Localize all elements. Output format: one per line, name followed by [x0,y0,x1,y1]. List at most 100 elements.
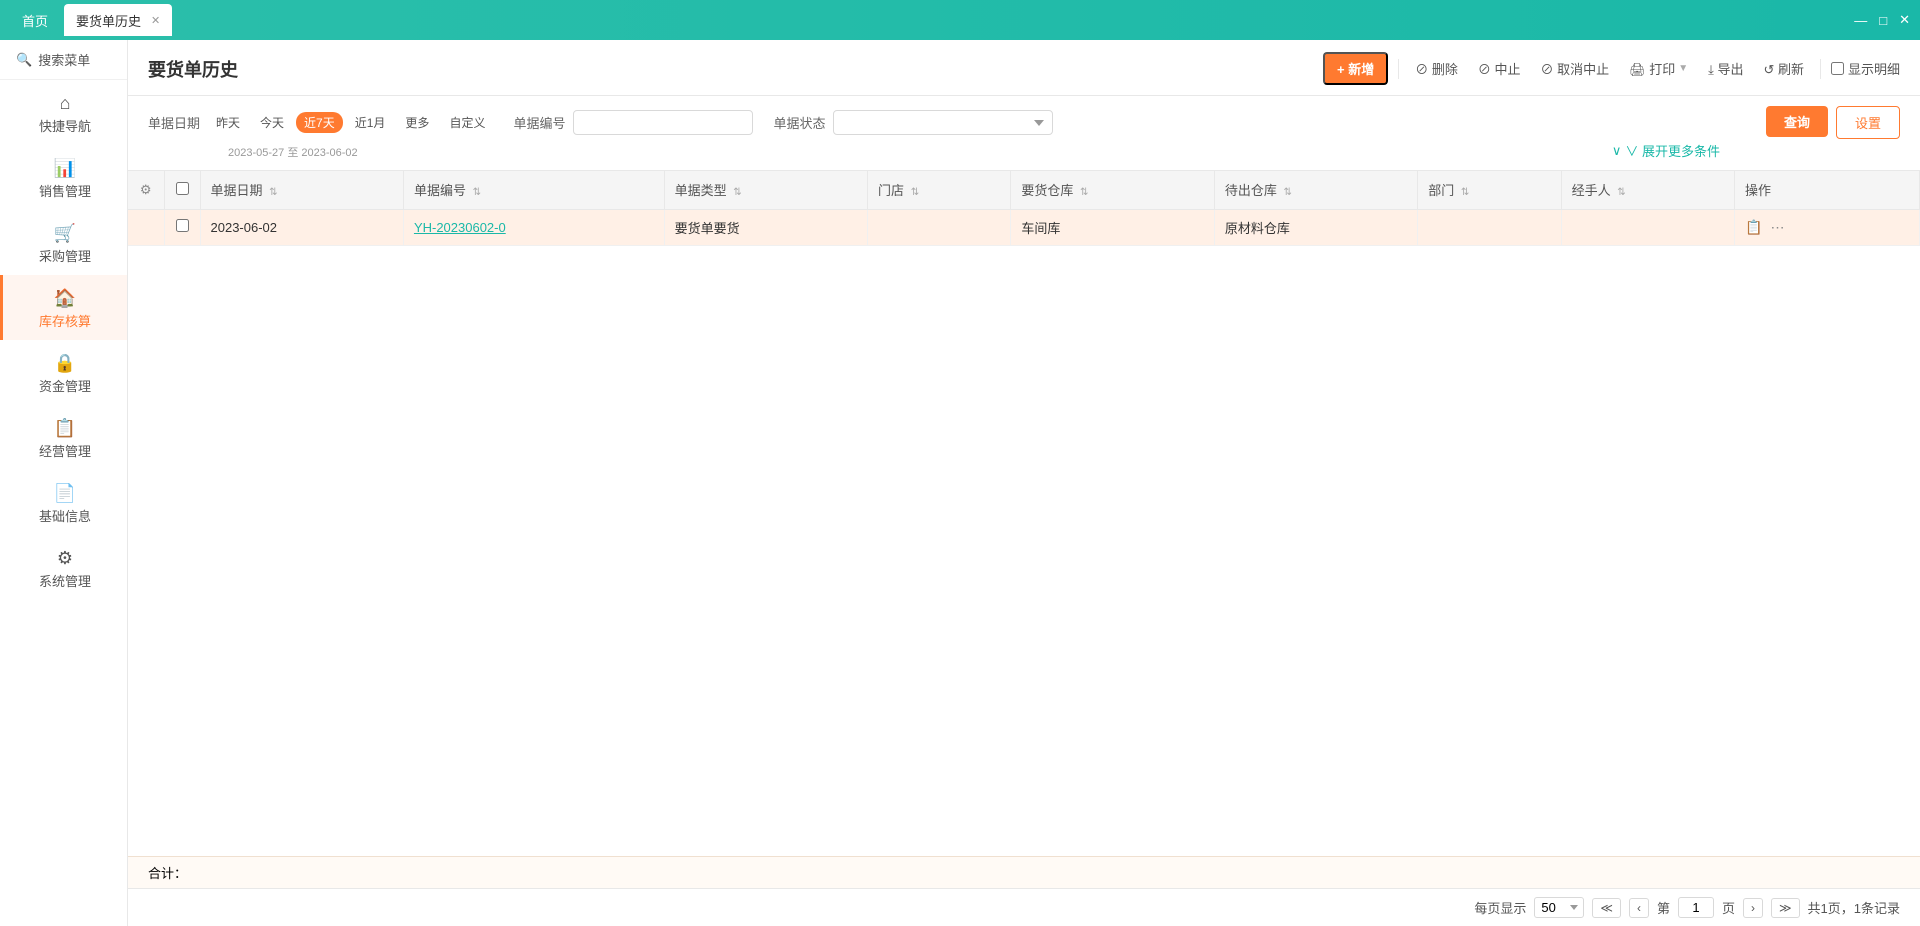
tab-home[interactable]: 首页 [10,4,60,36]
status-select[interactable] [833,110,1053,135]
date-btn-custom[interactable]: 自定义 [441,112,493,133]
sidebar-item-system[interactable]: ⚙ 系统管理 [0,535,127,600]
date-btn-yesterday[interactable]: 昨天 [208,112,248,133]
sidebar-item-sales[interactable]: 📊 销售管理 [0,145,127,210]
col-docno: 单据编号 ⇅ [403,171,664,209]
page-label: 第 [1657,898,1670,917]
toolbar-divider-2 [1820,59,1821,79]
table-settings-col[interactable]: ⚙ [128,171,164,209]
filter-row-1: 单据日期 昨天 今天 近7天 近1月 更多 自定义 单据编号 [148,106,1900,139]
filter-area: 单据日期 昨天 今天 近7天 近1月 更多 自定义 单据编号 [128,96,1920,171]
page-number-input[interactable] [1678,897,1714,918]
display-detail-checkbox[interactable] [1831,62,1844,75]
row-more-icon[interactable]: ⋯ [1770,219,1784,236]
table-checkbox-col [164,171,200,209]
date-btn-today[interactable]: 今天 [252,112,292,133]
row-docno-link[interactable]: YH-20230602-0 [414,220,506,235]
top-bar: 首页 要货单历史 ✕ — □ ✕ [0,0,1920,40]
row-op-cell: 📋 ⋯ [1745,219,1909,236]
sales-icon: 📊 [54,159,76,177]
docno-input[interactable] [573,110,753,135]
tab-close-icon[interactable]: ✕ [151,14,160,27]
col-store: 门店 ⇅ [868,171,1011,209]
date-filter-label: 单据日期 [148,113,200,132]
sidebar: 🔍 搜索菜单 ⌂ 快捷导航 📊 销售管理 🛒 采购管理 🏠 库存核算 🔒 资金管… [0,40,128,926]
sidebar-item-purchase-label: 采购管理 [39,246,91,265]
sidebar-item-operations-label: 经营管理 [39,441,91,460]
finance-icon: 🔒 [54,354,76,372]
last-page-button[interactable]: ≫ [1771,898,1800,918]
sidebar-item-inventory[interactable]: 🏠 库存核算 [0,275,127,340]
first-page-button[interactable]: ≪ [1592,898,1621,918]
maximize-icon[interactable]: □ [1879,13,1887,28]
date-btn-7days[interactable]: 近7天 [296,112,343,133]
sidebar-item-finance[interactable]: 🔒 资金管理 [0,340,127,405]
purchase-icon: 🛒 [54,224,76,242]
col-doctype: 单据类型 ⇅ [664,171,867,209]
page-title-row: 要货单历史 + 新增 ⊘ 删除 ⊘ 中止 ⊘ 取消中止 🖨 打印 [148,52,1900,85]
col-operation: 操作 [1735,171,1920,209]
tab-history[interactable]: 要货单历史 ✕ [64,4,172,36]
next-page-button[interactable]: › [1743,898,1763,918]
status-filter-label: 单据状态 [773,113,825,132]
filter-settings-button[interactable]: 设置 [1836,106,1900,139]
system-icon: ⚙ [57,549,73,567]
date-filter: 单据日期 昨天 今天 近7天 近1月 更多 自定义 [148,112,493,133]
sort-handler-icon[interactable]: ⇅ [1617,187,1625,198]
row-checkbox[interactable] [176,219,189,232]
export-button[interactable]: ⤓ 导出 [1702,55,1749,82]
page-title: 要货单历史 [148,56,238,82]
sidebar-item-purchase[interactable]: 🛒 采购管理 [0,210,127,275]
sidebar-item-sales-label: 销售管理 [39,181,91,200]
row-reqwarehouse: 车间库 [1011,209,1214,245]
close-icon[interactable]: ✕ [1899,12,1910,28]
stop-button[interactable]: ⊘ 中止 [1472,55,1527,82]
table-footer: 合计： [128,856,1920,888]
refresh-button[interactable]: ↺ 刷新 [1757,55,1810,82]
expand-more-icon: ∨ [1612,143,1622,159]
sort-department-icon[interactable]: ⇅ [1461,187,1469,198]
content-area: 要货单历史 + 新增 ⊘ 删除 ⊘ 中止 ⊘ 取消中止 🖨 打印 [128,40,1920,926]
page-size-select[interactable]: 50 20 100 200 [1534,897,1584,918]
sort-reqwarehouse-icon[interactable]: ⇅ [1080,187,1088,198]
print-button[interactable]: 🖨 打印 ▼ [1623,55,1694,82]
display-detail-toggle[interactable]: 显示明细 [1831,59,1900,78]
filter-sub-row: 2023-05-27 至 2023-06-02 ∨ ∨ 展开更多条件 [148,141,1900,160]
date-btn-more[interactable]: 更多 [397,112,437,133]
row-checkbox-cell [164,209,200,245]
query-button[interactable]: 查询 [1766,106,1828,137]
date-btn-1month[interactable]: 近1月 [347,112,394,133]
date-range-display: 2023-05-27 至 2023-06-02 [228,144,358,160]
row-pendingwarehouse: 原材料仓库 [1214,209,1417,245]
sidebar-item-quick-nav-label: 快捷导航 [39,116,91,135]
sidebar-item-quick-nav[interactable]: ⌂ 快捷导航 [0,80,127,145]
expand-more-button[interactable]: ∨ ∨ 展开更多条件 [1612,141,1720,160]
row-handler [1561,209,1734,245]
cancel-stop-button[interactable]: ⊘ 取消中止 [1534,55,1615,82]
inventory-icon: 🏠 [54,289,76,307]
query-actions: 查询 设置 [1766,106,1900,139]
sort-pendingwarehouse-icon[interactable]: ⇅ [1283,187,1291,198]
new-button[interactable]: + 新增 [1323,52,1388,85]
row-department [1418,209,1561,245]
sidebar-item-operations[interactable]: 📋 经营管理 [0,405,127,470]
export-label: ⤓ 导出 [1708,59,1743,78]
sort-docdate-icon[interactable]: ⇅ [269,187,277,198]
refresh-label: ↺ 刷新 [1763,59,1804,78]
main-layout: 🔍 搜索菜单 ⌂ 快捷导航 📊 销售管理 🛒 采购管理 🏠 库存核算 🔒 资金管… [0,40,1920,926]
sidebar-search[interactable]: 🔍 搜索菜单 [0,40,127,80]
delete-button[interactable]: ⊘ 删除 [1409,55,1464,82]
cancel-stop-label: ⊘ 取消中止 [1540,59,1609,78]
tab-history-label: 要货单历史 [76,11,141,30]
sort-docno-icon[interactable]: ⇅ [473,187,481,198]
prev-page-button[interactable]: ‹ [1629,898,1649,918]
minimize-icon[interactable]: — [1854,13,1867,28]
select-all-checkbox[interactable] [176,182,189,195]
sidebar-item-basic-info[interactable]: 📄 基础信息 [0,470,127,535]
sort-doctype-icon[interactable]: ⇅ [733,187,741,198]
row-doctype: 要货单要货 [664,209,867,245]
row-view-icon[interactable]: 📋 [1745,219,1762,236]
sort-store-icon[interactable]: ⇅ [911,187,919,198]
sidebar-item-inventory-label: 库存核算 [39,311,91,330]
col-docdate: 单据日期 ⇅ [200,171,403,209]
